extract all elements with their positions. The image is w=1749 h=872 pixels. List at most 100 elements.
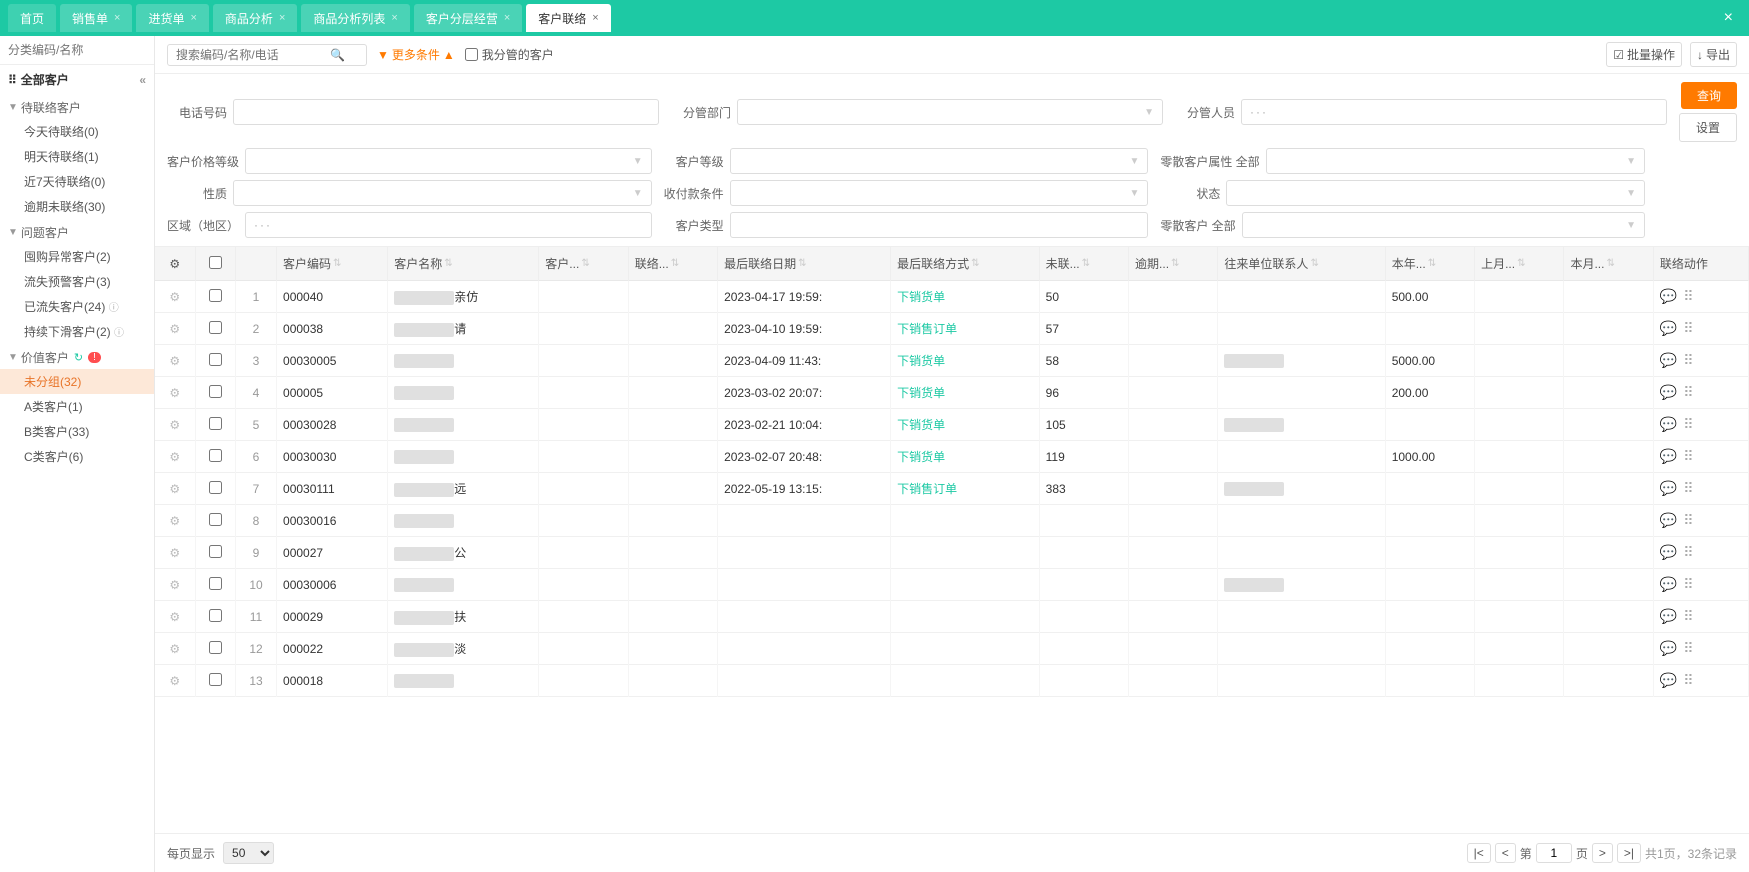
message-icon[interactable]: 💬	[1660, 288, 1677, 305]
name-header[interactable]: 客户名称⇅	[388, 247, 539, 281]
row-last-contact-method[interactable]	[891, 633, 1040, 665]
tab-product-analysis[interactable]: 商品分析 ×	[213, 4, 297, 32]
row-checkbox-cell[interactable]	[195, 281, 235, 313]
sidebar-item-today[interactable]: 今天待联络(0)	[0, 119, 154, 144]
uncontacted-header[interactable]: 未联...⇅	[1039, 247, 1128, 281]
next-page-btn[interactable]: >	[1592, 843, 1613, 863]
message-icon[interactable]: 💬	[1660, 608, 1677, 625]
message-icon[interactable]: 💬	[1660, 320, 1677, 337]
row-settings-icon[interactable]: ⚙	[169, 610, 180, 624]
grid-action-icon[interactable]: ⠿	[1683, 576, 1693, 593]
grid-action-icon[interactable]: ⠿	[1683, 672, 1693, 689]
close-sales-icon[interactable]: ×	[114, 12, 120, 24]
sidebar-search-input[interactable]	[8, 43, 155, 57]
reset-btn[interactable]: 设置	[1679, 113, 1737, 142]
gear-col-header[interactable]: ⚙	[155, 247, 195, 281]
tab-purchase[interactable]: 进货单 ×	[136, 4, 208, 32]
last-method-header[interactable]: 最后联络方式⇅	[891, 247, 1040, 281]
row-settings-icon[interactable]: ⚙	[169, 322, 180, 336]
last-month-header[interactable]: 上月...⇅	[1475, 247, 1564, 281]
main-search-input[interactable]	[176, 48, 326, 62]
row-checkbox[interactable]	[209, 321, 222, 334]
row-actions[interactable]: 💬 ⠿	[1653, 569, 1748, 601]
problem-customers-group[interactable]: ▼ 问题客户	[0, 219, 154, 244]
grid-action-icon[interactable]: ⠿	[1683, 608, 1693, 625]
row-checkbox-cell[interactable]	[195, 473, 235, 505]
export-btn[interactable]: ↓ 导出	[1690, 42, 1737, 67]
contact-method-link[interactable]: 下销售订单	[897, 482, 957, 496]
row-last-contact-method[interactable]: 下销货单	[891, 441, 1040, 473]
message-icon[interactable]: 💬	[1660, 640, 1677, 657]
pending-contact-group[interactable]: ▼ 待联络客户	[0, 94, 154, 119]
sidebar-item-lost[interactable]: 已流失客户(24) ⓘ	[0, 294, 154, 319]
tab-product-analysis-list[interactable]: 商品分析列表 ×	[301, 4, 409, 32]
my-customers-checkbox[interactable]: 我分管的客户	[465, 46, 554, 63]
select-all-checkbox[interactable]	[209, 256, 222, 269]
row-last-contact-method[interactable]	[891, 665, 1040, 697]
row-gear-icon[interactable]: ⚙	[155, 569, 195, 601]
grid-action-icon[interactable]: ⠿	[1683, 384, 1693, 401]
row-gear-icon[interactable]: ⚙	[155, 537, 195, 569]
retail-customer-select[interactable]: ▼	[1242, 212, 1645, 238]
row-actions[interactable]: 💬 ⠿	[1653, 601, 1748, 633]
row-gear-icon[interactable]: ⚙	[155, 601, 195, 633]
payment-select[interactable]: ▼	[730, 180, 1149, 206]
row-actions[interactable]: 💬 ⠿	[1653, 377, 1748, 409]
sidebar-search-box[interactable]: 🔍	[0, 36, 154, 65]
row-last-contact-method[interactable]: 下销货单	[891, 409, 1040, 441]
sidebar-item-b-class[interactable]: B类客户(33)	[0, 419, 154, 444]
row-last-contact-method[interactable]: 下销货单	[891, 377, 1040, 409]
this-month-header[interactable]: 本月...⇅	[1564, 247, 1653, 281]
row-gear-icon[interactable]: ⚙	[155, 377, 195, 409]
row-gear-icon[interactable]: ⚙	[155, 281, 195, 313]
row-checkbox[interactable]	[209, 513, 222, 526]
sidebar-item-ungrouped[interactable]: 未分组(32)	[0, 369, 154, 394]
row-checkbox[interactable]	[209, 417, 222, 430]
retail-attr-select[interactable]: ▼	[1266, 148, 1645, 174]
value-customers-group[interactable]: ▼ 价值客户 ↻ !	[0, 344, 154, 369]
row-checkbox[interactable]	[209, 641, 222, 654]
row-last-contact-method[interactable]	[891, 601, 1040, 633]
my-customers-check[interactable]	[465, 48, 478, 61]
row-settings-icon[interactable]: ⚙	[169, 674, 180, 688]
contact-method-link[interactable]: 下销货单	[897, 450, 945, 464]
contact-method-link[interactable]: 下销货单	[897, 290, 945, 304]
row-actions[interactable]: 💬 ⠿	[1653, 633, 1748, 665]
row-checkbox-cell[interactable]	[195, 313, 235, 345]
row-gear-icon[interactable]: ⚙	[155, 441, 195, 473]
row-checkbox-cell[interactable]	[195, 377, 235, 409]
row-checkbox[interactable]	[209, 577, 222, 590]
all-customers-header[interactable]: ⠿ 全部客户 «	[0, 65, 154, 94]
query-btn[interactable]: 查询	[1681, 82, 1737, 109]
grid-action-icon[interactable]: ⠿	[1683, 320, 1693, 337]
phone-input[interactable]	[233, 99, 659, 125]
grid-action-icon[interactable]: ⠿	[1683, 480, 1693, 497]
row-checkbox-cell[interactable]	[195, 537, 235, 569]
row-actions[interactable]: 💬 ⠿	[1653, 409, 1748, 441]
unit-contact-header[interactable]: 往来单位联系人⇅	[1218, 247, 1385, 281]
type-header[interactable]: 客户...⇅	[539, 247, 628, 281]
message-icon[interactable]: 💬	[1660, 384, 1677, 401]
message-icon[interactable]: 💬	[1660, 480, 1677, 497]
grid-action-icon[interactable]: ⠿	[1683, 640, 1693, 657]
message-icon[interactable]: 💬	[1660, 448, 1677, 465]
page-input[interactable]	[1536, 843, 1572, 863]
row-checkbox-cell[interactable]	[195, 665, 235, 697]
row-actions[interactable]: 💬 ⠿	[1653, 313, 1748, 345]
row-gear-icon[interactable]: ⚙	[155, 345, 195, 377]
last-date-header[interactable]: 最后联络日期⇅	[718, 247, 891, 281]
sidebar-item-tomorrow[interactable]: 明天待联络(1)	[0, 144, 154, 169]
per-page-select[interactable]: 50 100	[223, 842, 274, 864]
row-checkbox[interactable]	[209, 385, 222, 398]
dept-select[interactable]: ▼	[737, 99, 1163, 125]
row-checkbox[interactable]	[209, 353, 222, 366]
nature-select[interactable]: ▼	[233, 180, 652, 206]
row-actions[interactable]: 💬 ⠿	[1653, 473, 1748, 505]
customer-type-input[interactable]	[730, 212, 1149, 238]
grid-action-icon[interactable]: ⠿	[1683, 416, 1693, 433]
row-settings-icon[interactable]: ⚙	[169, 514, 180, 528]
sidebar-item-a-class[interactable]: A类客户(1)	[0, 394, 154, 419]
sidebar-item-overdue[interactable]: 逾期未联络(30)	[0, 194, 154, 219]
row-actions[interactable]: 💬 ⠿	[1653, 345, 1748, 377]
row-checkbox-cell[interactable]	[195, 633, 235, 665]
